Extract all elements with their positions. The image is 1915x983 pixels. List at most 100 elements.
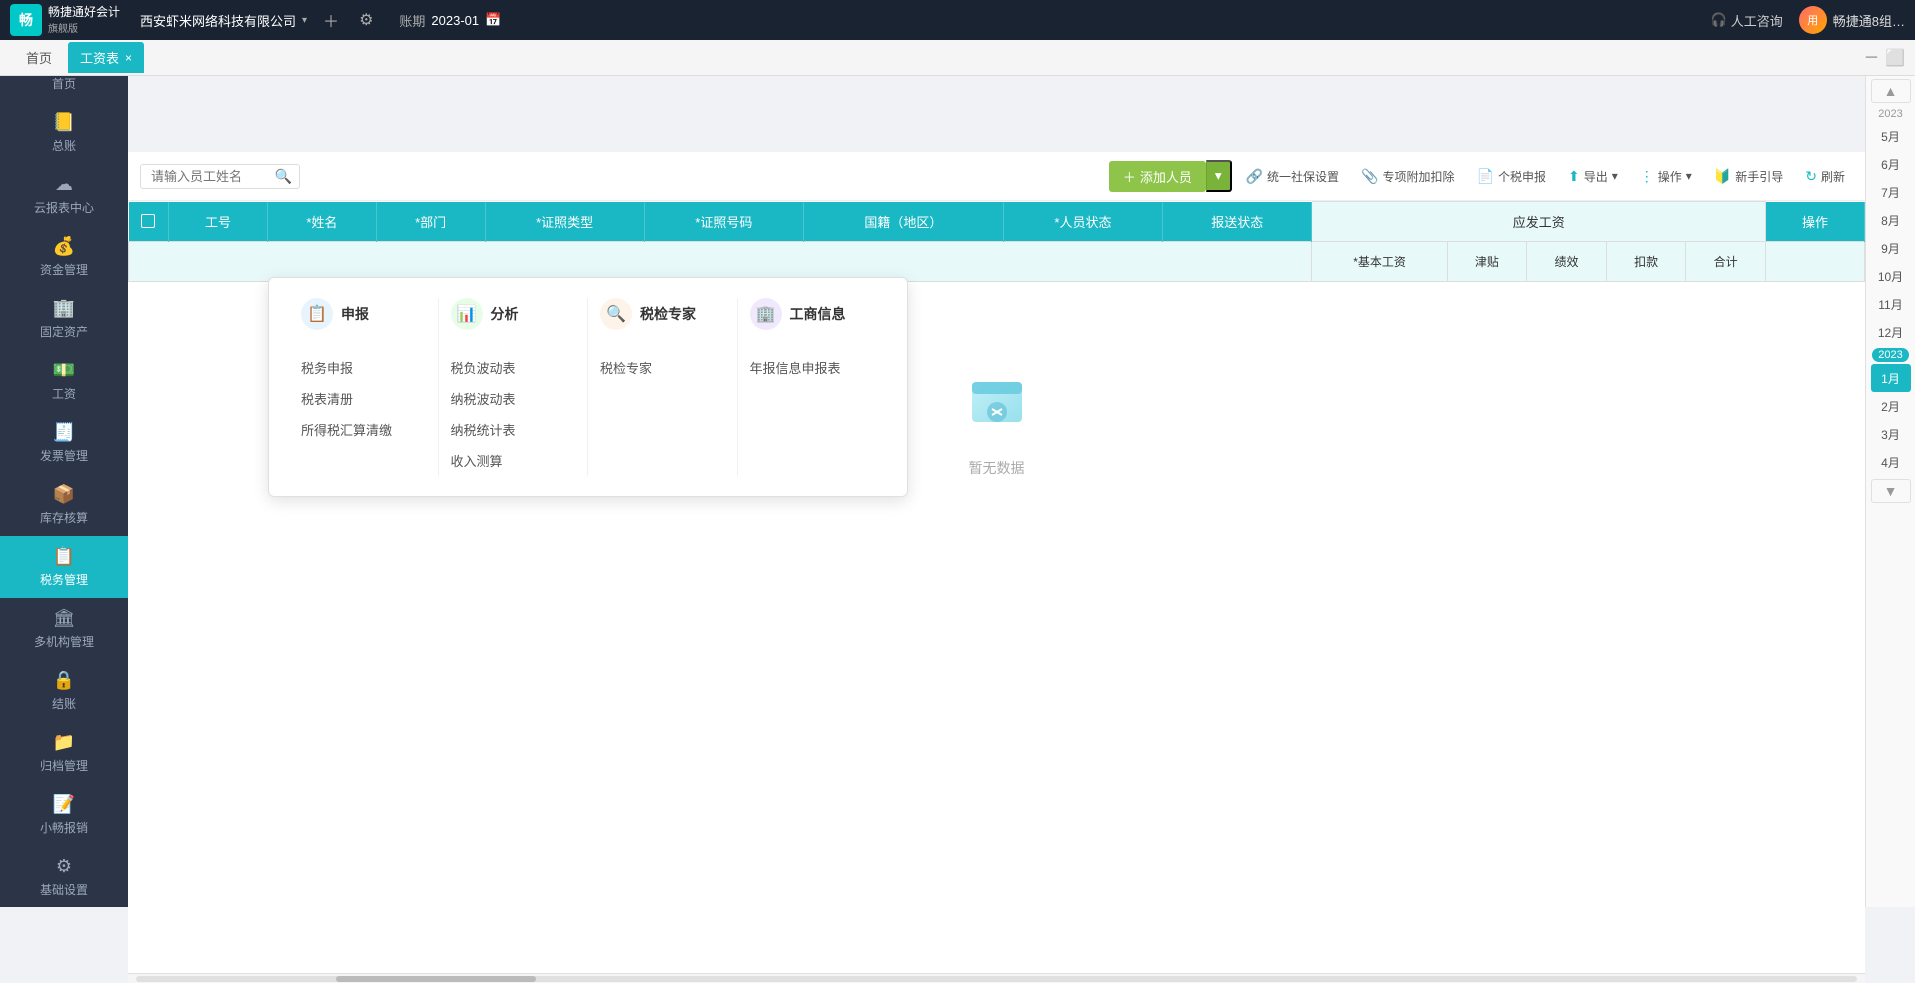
analysis-icon: 📊 [451,298,483,330]
tab-home[interactable]: 首页 [10,42,68,73]
date-month-8[interactable]: 8月 [1871,206,1911,234]
guide-icon: 🔰 [1714,168,1731,185]
sidebar-item-assets[interactable]: 🏢 固定资产 [0,288,128,350]
sidebar-item-expense[interactable]: 📝 小畅报销 [0,784,128,846]
col-salary-group: 应发工资 [1312,202,1765,242]
tax-burden-item[interactable]: 税负波动表 [451,352,576,383]
col-emp-no: 工号 [169,202,268,242]
bottom-scrollbar[interactable] [128,973,1865,983]
scrollbar-thumb[interactable] [336,976,536,982]
refresh-button[interactable]: ↻ 刷新 [1797,164,1853,189]
accounting-period: 账期 2023-01 📅 [399,11,501,30]
calendar-icon[interactable]: 📅 [485,12,501,28]
operations-button[interactable]: ⋮ 操作 ▾ [1632,164,1700,189]
tax-return-button[interactable]: 📄 个税申报 [1469,164,1554,189]
export-button[interactable]: ⬆ 导出 ▾ [1560,164,1626,189]
sidebar-item-ledger[interactable]: 📒 总账 [0,102,128,164]
operations-icon: ⋮ [1640,168,1654,185]
col-region: 国籍（地区） [803,202,1003,242]
col-checkbox[interactable] [129,202,169,242]
date-month-1[interactable]: 1月 [1871,364,1911,392]
user-area[interactable]: 用 畅捷通8组… [1799,6,1905,34]
date-month-3[interactable]: 3月 [1871,420,1911,448]
tax-statistics-item[interactable]: 纳税统计表 [451,414,576,445]
dropdown-col-tax-expert: 🔍 税检专家 税检专家 [588,298,738,476]
top-bar-actions: ＋ ⚙ [317,6,379,34]
income-tax-clear-item[interactable]: 所得税汇算清缴 [301,414,426,445]
declaration-icon: 📋 [301,298,333,330]
sidebar-item-tax[interactable]: 📋 税务管理 [0,536,128,598]
assets-icon: 🏢 [53,298,75,319]
add-person-button[interactable]: ＋ 添加人员 [1109,161,1206,192]
chevron-down-icon: ▾ [302,15,307,26]
scrollbar-track[interactable] [136,976,1857,982]
cloud-icon: ☁ [55,174,73,195]
col-operations: 操作 [1765,202,1864,242]
date-month-5[interactable]: 5月 [1871,122,1911,150]
tax-check-item[interactable]: 税检专家 [600,352,725,383]
sidebar-item-archive[interactable]: 📁 归档管理 [0,722,128,784]
tax-table-item[interactable]: 税表清册 [301,383,426,414]
sidebar-item-invoice[interactable]: 🧾 发票管理 [0,412,128,474]
new-guide-button[interactable]: 🔰 新手引导 [1706,164,1791,189]
settings-icon[interactable]: ⚙ [353,8,379,32]
settings-icon: ⚙ [56,856,72,877]
tab-close-button[interactable]: × [125,51,132,65]
company-selector[interactable]: 西安虾米网络科技有限公司 ▾ [140,11,307,30]
add-company-button[interactable]: ＋ [317,6,345,34]
dropdown-menu: 📋 申报 税务申报 税表清册 所得税汇算清缴 📊 分析 税负波动表 纳税波动表 … [268,277,908,497]
tax-expert-title: 税检专家 [640,304,696,324]
date-nav-down[interactable]: ▼ [1871,479,1911,503]
tax-declaration-item[interactable]: 税务申报 [301,352,426,383]
user-name: 畅捷通8组… [1833,11,1905,30]
date-month-7[interactable]: 7月 [1871,178,1911,206]
sidebar-item-inventory[interactable]: 📦 库存核算 [0,474,128,536]
search-icon[interactable]: 🔍 [275,168,292,185]
company-name: 西安虾米网络科技有限公司 [140,11,296,30]
table-wrapper: 工号 *姓名 *部门 *证照类型 *证照号码 国籍（地区） *人员状态 报送状态… [128,201,1865,282]
sidebar-item-settings[interactable]: ⚙ 基础设置 [0,846,128,907]
ledger-icon: 📒 [53,112,75,133]
col-dept: *部门 [376,202,485,242]
analysis-header: 📊 分析 [451,298,576,338]
expense-icon: 📝 [53,794,75,815]
date-month-4[interactable]: 4月 [1871,448,1911,476]
dropdown-col-business: 🏢 工商信息 年报信息申报表 [738,298,888,476]
sidebar-item-closing[interactable]: 🔒 结账 [0,660,128,722]
add-person-dropdown[interactable]: ▾ [1206,160,1232,192]
social-insurance-button[interactable]: 🔗 统一社保设置 [1238,164,1347,189]
insurance-icon: 🔗 [1246,168,1263,185]
tab-label: 工资表 [80,48,119,67]
date-month-9[interactable]: 9月 [1871,234,1911,262]
tax-expert-header: 🔍 税检专家 [600,298,725,338]
date-month-12[interactable]: 12月 [1871,318,1911,346]
date-month-2[interactable]: 2月 [1871,392,1911,420]
top-bar: 畅 畅捷通好会计 旗舰版 西安虾米网络科技有限公司 ▾ ＋ ⚙ 账期 2023-… [0,0,1915,40]
date-month-6[interactable]: 6月 [1871,150,1911,178]
sidebar-item-multi-org[interactable]: 🏛 多机构管理 [0,598,128,660]
sidebar-item-salary[interactable]: 💵 工资 [0,350,128,412]
declaration-header: 📋 申报 [301,298,426,338]
date-nav-up[interactable]: ▲ [1871,79,1911,103]
tax-payment-item[interactable]: 纳税波动表 [451,383,576,414]
user-avatar: 用 [1799,6,1827,34]
search-wrapper: 🔍 [140,164,300,189]
annual-report-item[interactable]: 年报信息申报表 [750,352,876,383]
date-month-11[interactable]: 11月 [1871,290,1911,318]
select-all-checkbox[interactable] [141,214,155,228]
date-month-10[interactable]: 10月 [1871,262,1911,290]
multi-org-icon: 🏛 [53,608,76,629]
restore-icon[interactable]: ⬜ [1885,48,1905,68]
app-version: 旗舰版 [48,20,120,35]
declaration-title: 申报 [341,304,369,324]
current-year-badge: 2023 [1872,348,1908,362]
no-data-icon [957,362,1037,442]
minimize-icon[interactable]: ─ [1866,49,1877,67]
sidebar-item-cloud-report[interactable]: ☁ 云报表中心 [0,164,128,226]
income-forecast-item[interactable]: 收入测算 [451,445,576,476]
tab-salary-sheet[interactable]: 工资表 × [68,42,144,73]
special-deduction-button[interactable]: 📎 专项附加扣除 [1353,164,1462,189]
refresh-icon: ↻ [1805,168,1817,185]
sidebar-item-fund[interactable]: 💰 资金管理 [0,226,128,288]
support-button[interactable]: 🎧 人工咨询 [1711,11,1783,30]
